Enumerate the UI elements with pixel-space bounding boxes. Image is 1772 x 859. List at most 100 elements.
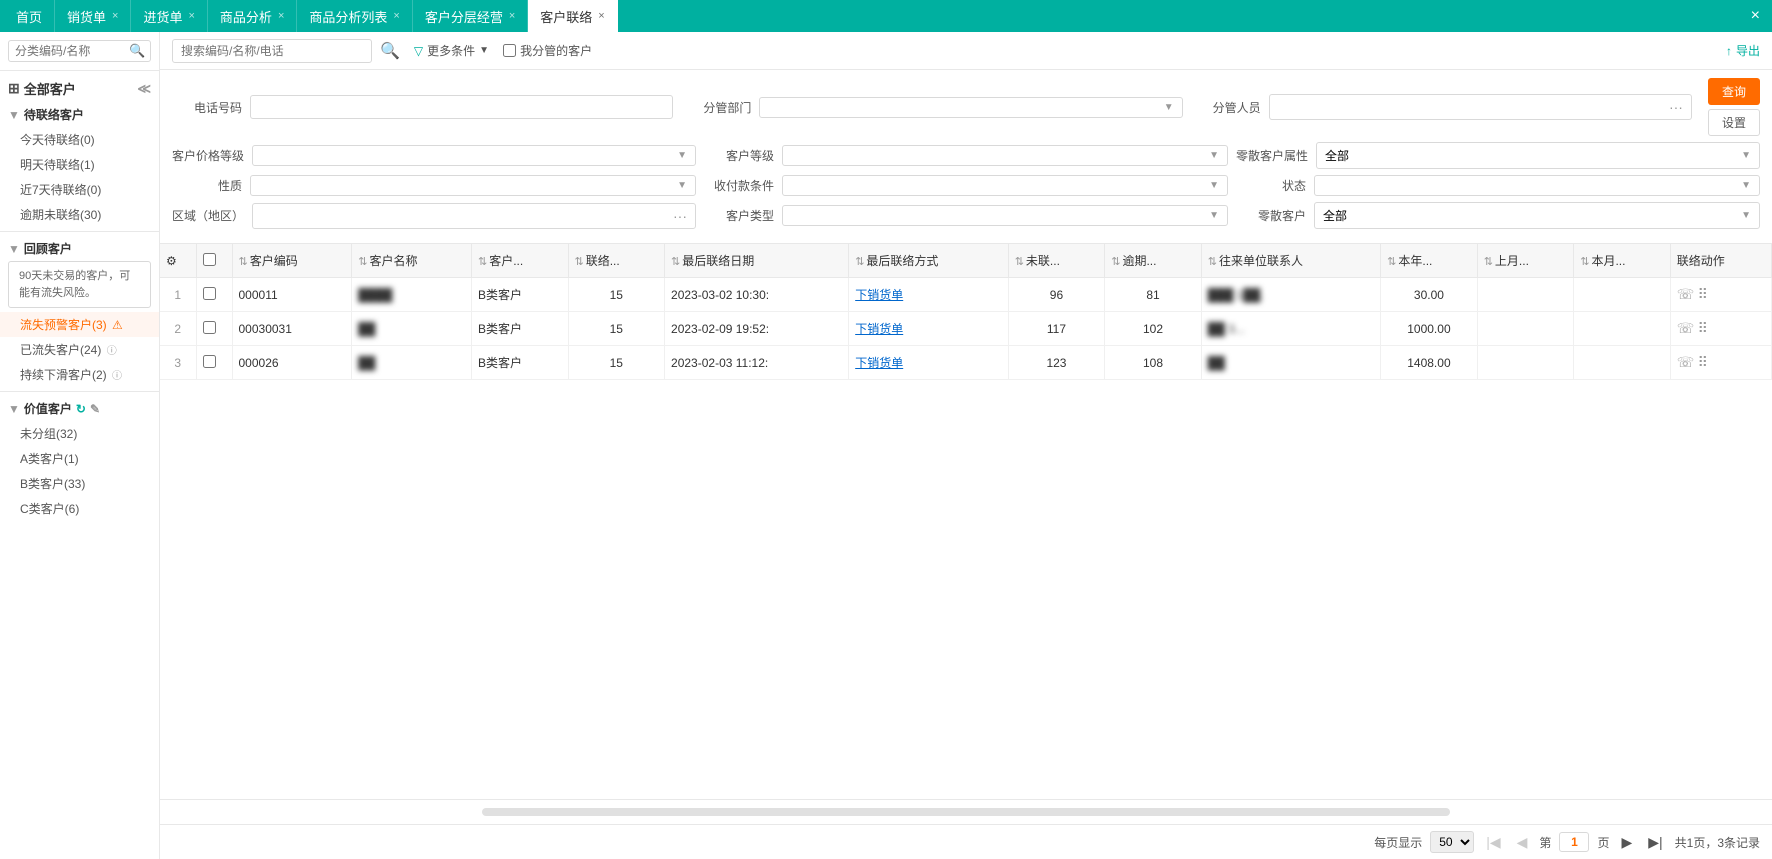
sidebar-item-class-c[interactable]: C类客户(6)	[0, 496, 159, 521]
nature-select[interactable]: ▼	[250, 175, 696, 196]
zero-attr-select[interactable]: 全部 ▼	[1316, 142, 1760, 169]
price-select[interactable]: ▼	[252, 145, 696, 166]
sidebar-item-ungroup[interactable]: 未分组(32)	[0, 421, 159, 446]
sidebar-item-class-a[interactable]: A类客户(1)	[0, 446, 159, 471]
tab-customer-layer[interactable]: 客户分层经营 ×	[413, 0, 528, 32]
select-all-checkbox[interactable]	[203, 253, 216, 266]
filter-field-payment: 收付款条件 ▼	[704, 175, 1228, 196]
horizontal-scrollbar-area	[160, 799, 1772, 824]
sidebar-item-7days[interactable]: 近7天待联络(0)	[0, 177, 159, 202]
sidebar-section-pending[interactable]: ▼ 待联络客户	[0, 102, 159, 127]
refresh-icon[interactable]: ↻	[76, 402, 86, 416]
sidebar-item-class-b[interactable]: B类客户(33)	[0, 471, 159, 496]
filter-field-price: 客户价格等级 ▼	[172, 145, 696, 166]
col-name[interactable]: ⇅客户名称	[352, 244, 472, 278]
window-close-button[interactable]: ×	[1743, 7, 1768, 25]
sidebar-item-overdue[interactable]: 逾期未联络(30)	[0, 202, 159, 227]
zero-customer-select[interactable]: 全部 ▼	[1314, 202, 1760, 229]
row-date-3: 2023-02-03 11:12:	[665, 346, 849, 380]
region-select[interactable]: ···	[252, 203, 696, 229]
row-checkbox-1[interactable]	[196, 278, 232, 312]
tab-product-analysis[interactable]: 商品分析 ×	[208, 0, 297, 32]
more-icon-region[interactable]: ···	[673, 208, 687, 224]
close-product-list-tab[interactable]: ×	[393, 10, 399, 22]
contact-icon-3[interactable]: ☏	[1677, 354, 1695, 370]
filter-field-zero-attr: 零散客户属性 全部 ▼	[1236, 142, 1760, 169]
col-customer-type[interactable]: ⇅客户...	[471, 244, 568, 278]
page-size-select[interactable]: 50	[1430, 831, 1474, 853]
close-customer-contact-tab[interactable]: ×	[598, 10, 604, 22]
tab-home[interactable]: 首页	[4, 0, 55, 32]
col-settings[interactable]: ⚙	[160, 244, 196, 278]
row-checkbox-2[interactable]	[196, 312, 232, 346]
col-last-month[interactable]: ⇅上月...	[1477, 244, 1574, 278]
sidebar-item-today[interactable]: 今天待联络(0)	[0, 127, 159, 152]
filter-icon: ▽	[414, 44, 423, 58]
more-action-icon-2[interactable]: ⠿	[1698, 320, 1708, 336]
sidebar-collapse-btn[interactable]: ≪	[137, 81, 151, 97]
close-purchase-tab[interactable]: ×	[188, 10, 194, 22]
col-this-year[interactable]: ⇅本年...	[1381, 244, 1478, 278]
person-select[interactable]: ···	[1269, 94, 1692, 120]
chevron-icon-4: ▼	[1741, 150, 1751, 161]
col-contact-person[interactable]: ⇅往来单位联系人	[1201, 244, 1380, 278]
tab-purchase[interactable]: 进货单 ×	[131, 0, 207, 32]
my-customers-checkbox[interactable]	[503, 44, 516, 57]
export-btn[interactable]: ↑ 导出	[1726, 42, 1760, 59]
total-pages-label: 页	[1597, 834, 1609, 851]
more-action-icon-3[interactable]: ⠿	[1698, 354, 1708, 370]
payment-select[interactable]: ▼	[782, 175, 1228, 196]
row-method-2[interactable]: 下销货单	[849, 312, 1009, 346]
row-method-1[interactable]: 下销货单	[849, 278, 1009, 312]
prev-page-btn[interactable]: ◀	[1513, 832, 1532, 853]
sidebar-item-churn-warning[interactable]: 流失预警客户(3) ⚠	[0, 312, 159, 337]
row-unlinking-3: 123	[1008, 346, 1105, 380]
sidebar-item-already-churned[interactable]: 已流失客户(24) ⓘ	[0, 337, 159, 362]
tab-product-list[interactable]: 商品分析列表 ×	[297, 0, 412, 32]
phone-input[interactable]	[250, 95, 673, 119]
table-container: ⚙ ⇅客户编码 ⇅客户名称 ⇅客户... ⇅联络... ⇅最后联络日期 ⇅最后联…	[160, 244, 1772, 799]
dept-select[interactable]: ▼	[759, 97, 1182, 118]
col-checkbox[interactable]	[196, 244, 232, 278]
my-customers-checkbox-label[interactable]: 我分管的客户	[503, 42, 592, 59]
setting-btn[interactable]: 设置	[1708, 109, 1760, 136]
last-page-btn[interactable]: ▶|	[1644, 832, 1666, 853]
col-contact-count[interactable]: ⇅联络...	[568, 244, 665, 278]
filter-field-zero-customer: 零散客户 全部 ▼	[1236, 202, 1760, 229]
next-page-btn[interactable]: ▶	[1617, 832, 1636, 853]
col-last-method[interactable]: ⇅最后联络方式	[849, 244, 1009, 278]
edit-icon[interactable]: ✎	[90, 402, 100, 416]
more-action-icon-1[interactable]: ⠿	[1698, 286, 1708, 302]
customer-type-select[interactable]: ▼	[782, 205, 1228, 226]
dept-label: 分管部门	[681, 99, 751, 116]
col-unlinking[interactable]: ⇅未联...	[1008, 244, 1105, 278]
filter-search-input[interactable]	[172, 39, 372, 63]
horizontal-scrollbar[interactable]	[482, 808, 1449, 816]
table-row: 1 000011 ████ B类客户 15 2023-03-02 10:30: …	[160, 278, 1772, 312]
row-checkbox-3[interactable]	[196, 346, 232, 380]
col-code[interactable]: ⇅客户编码	[232, 244, 352, 278]
col-last-date[interactable]: ⇅最后联络日期	[665, 244, 849, 278]
tab-sales[interactable]: 销货单 ×	[55, 0, 131, 32]
contact-icon-2[interactable]: ☏	[1677, 320, 1695, 336]
level-select[interactable]: ▼	[782, 145, 1228, 166]
page-number-input[interactable]	[1559, 832, 1589, 852]
close-product-analysis-tab[interactable]: ×	[278, 10, 284, 22]
sidebar-section-review[interactable]: ▼ 回顾客户	[0, 236, 159, 261]
status-select[interactable]: ▼	[1314, 175, 1760, 196]
sidebar-section-value[interactable]: ▼ 价值客户 ↻ ✎	[0, 396, 159, 421]
col-overdue[interactable]: ⇅逾期...	[1105, 244, 1202, 278]
query-btn[interactable]: 查询	[1708, 78, 1760, 105]
first-page-btn[interactable]: |◀	[1482, 832, 1504, 853]
more-conditions-btn[interactable]: ▽ 更多条件 ▼	[408, 38, 495, 63]
tab-customer-contact[interactable]: 客户联络 ×	[528, 0, 617, 32]
close-sales-tab[interactable]: ×	[112, 10, 118, 22]
close-customer-layer-tab[interactable]: ×	[509, 10, 515, 22]
sidebar-item-tomorrow[interactable]: 明天待联络(1)	[0, 152, 159, 177]
col-this-month[interactable]: ⇅本月...	[1574, 244, 1671, 278]
filter-search-icon[interactable]: 🔍	[380, 41, 400, 61]
contact-icon-1[interactable]: ☏	[1677, 286, 1695, 302]
row-method-3[interactable]: 下销货单	[849, 346, 1009, 380]
sidebar-item-declining[interactable]: 持续下滑客户(2) ⓘ	[0, 362, 159, 387]
more-icon-person[interactable]: ···	[1669, 99, 1683, 115]
